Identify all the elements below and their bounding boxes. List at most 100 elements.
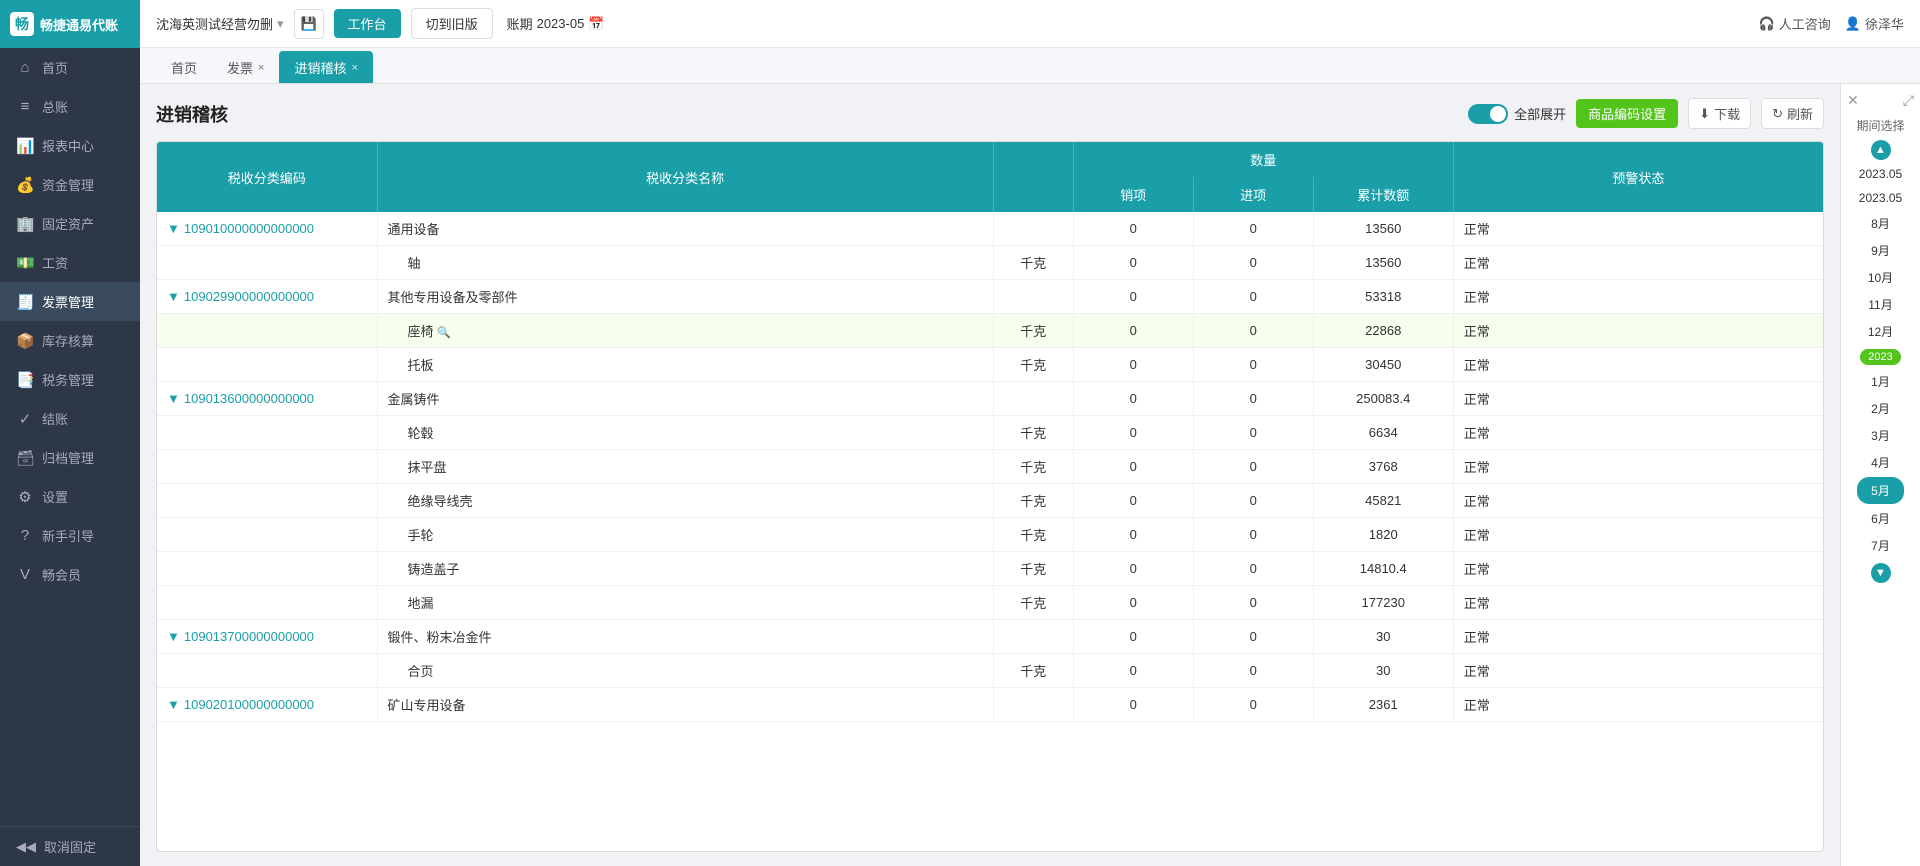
sidebar-item-report[interactable]: 📊 报表中心 [0,126,140,165]
period-item[interactable]: 5月 [1857,477,1904,504]
user-menu[interactable]: 👤 徐泽华 [1845,14,1904,33]
collapse-icon[interactable]: ▼ [167,391,180,406]
pin-icon: ◀◀ [16,839,36,855]
row-status: 正常 [1453,688,1823,722]
row-code [157,348,377,382]
switch-version-button[interactable]: 切到旧版 [411,8,493,39]
help-label: 人工咨询 [1779,14,1831,33]
collapse-icon[interactable]: ▼ [167,697,180,712]
tab-invoice-close[interactable]: × [258,62,264,74]
tab-invoice-label: 发票 [227,58,253,77]
period-item[interactable]: 2023.05 [1851,186,1910,210]
toggle-label: 全部展开 [1514,104,1566,123]
period-item[interactable]: 2023.05 [1851,162,1910,186]
close-panel-icon[interactable]: ✕ [1847,92,1859,109]
table-row: ▼109013600000000000 金属铸件 0 0 250083.4 正常 [157,382,1823,416]
row-purchase: 0 [1193,314,1313,348]
sidebar-item-home[interactable]: ⌂ 首页 [0,48,140,87]
scroll-up-arrow[interactable]: ▲ [1871,140,1891,160]
period-item[interactable]: 6月 [1851,505,1910,532]
sidebar-pin-button[interactable]: ◀◀ 取消固定 [0,826,140,866]
row-unit: 千克 [993,484,1073,518]
row-status: 正常 [1453,416,1823,450]
product-code-setting-button[interactable]: 商品编码设置 [1576,99,1678,128]
sidebar-item-salary[interactable]: 💵 工资 [0,243,140,282]
row-total: 2361 [1313,688,1453,722]
row-sales: 0 [1073,620,1193,654]
scroll-down-arrow[interactable]: ▼ [1871,563,1891,583]
row-purchase: 0 [1193,450,1313,484]
toggle-switch[interactable] [1468,104,1508,124]
archive-icon: 🗃 [16,449,34,467]
row-purchase: 0 [1193,552,1313,586]
workspace-button[interactable]: 工作台 [334,9,401,38]
sidebar-item-settle[interactable]: ✓ 结账 [0,399,140,438]
expand-panel-icon[interactable]: ⤢ [1903,92,1914,109]
period-item[interactable]: 11月 [1851,291,1910,318]
sidebar-item-ledger[interactable]: ≡ 总账 [0,87,140,126]
sidebar-item-tax[interactable]: 📑 税务管理 [0,360,140,399]
row-total: 1820 [1313,518,1453,552]
row-status: 正常 [1453,484,1823,518]
sidebar-item-archive[interactable]: 🗃 归档管理 [0,438,140,477]
col-header-unit [993,142,1073,212]
app-logo: 畅 畅捷通易代账 [0,0,140,48]
period-item[interactable]: 4月 [1851,449,1910,476]
row-code [157,552,377,586]
period-item[interactable]: 2月 [1851,395,1910,422]
download-button[interactable]: ⬇ 下载 [1688,98,1751,129]
tab-reconcile[interactable]: 进销稽核 × [279,51,372,83]
table-row: 托板 千克 0 0 30450 正常 [157,348,1823,382]
period-item[interactable]: 10月 [1851,264,1910,291]
download-icon: ⬇ [1699,106,1710,122]
row-purchase: 0 [1193,280,1313,314]
row-name: 通用设备 [377,212,993,246]
period-item[interactable]: 8月 [1851,210,1910,237]
row-unit: 千克 [993,586,1073,620]
collapse-icon[interactable]: ▼ [167,629,180,644]
sidebar-item-stock[interactable]: 📦 库存核算 [0,321,140,360]
period-item[interactable]: 9月 [1851,237,1910,264]
row-sales: 0 [1073,212,1193,246]
expand-toggle[interactable]: 全部展开 [1468,104,1566,124]
period-item[interactable]: 3月 [1851,422,1910,449]
period-item[interactable]: 12月 [1851,318,1910,345]
sidebar-item-settings[interactable]: ⚙ 设置 [0,477,140,516]
row-purchase: 0 [1193,382,1313,416]
sidebar-item-guide[interactable]: ? 新手引导 [0,516,140,555]
company-selector[interactable]: 沈海英测试经营勿删 ▾ [156,14,284,33]
tab-home[interactable]: 首页 [156,51,212,83]
row-status: 正常 [1453,212,1823,246]
period-item[interactable]: 2023 [1851,345,1910,368]
sidebar-item-label: 税务管理 [42,370,94,389]
search-icon[interactable]: 🔍 [437,327,451,339]
tab-invoice[interactable]: 发票 × [212,51,279,83]
data-table-wrap: 税收分类编码 税收分类名称 数量 预警状态 销项 进项 累计数额 ▼109010… [156,141,1824,852]
row-total: 13560 [1313,212,1453,246]
row-name: 合页 [377,654,993,688]
table-row: 铸造盖子 千克 0 0 14810.4 正常 [157,552,1823,586]
period-item[interactable]: 1月 [1851,368,1910,395]
sidebar-item-member[interactable]: V 畅会员 [0,555,140,594]
sidebar-item-label: 资金管理 [42,175,94,194]
help-button[interactable]: 🎧 人工咨询 [1759,14,1831,33]
row-unit: 千克 [993,246,1073,280]
refresh-button[interactable]: ↻ 刷新 [1761,98,1824,129]
sidebar-item-fund[interactable]: 💰 资金管理 [0,165,140,204]
topbar-right: 🎧 人工咨询 👤 徐泽华 [1759,14,1904,33]
save-icon-button[interactable]: 💾 [294,9,324,39]
collapse-icon[interactable]: ▼ [167,221,180,236]
period-item[interactable]: 7月 [1851,532,1910,559]
data-table: 税收分类编码 税收分类名称 数量 预警状态 销项 进项 累计数额 ▼109010… [157,142,1823,722]
col-header-tax-name: 税收分类名称 [377,142,993,212]
row-purchase: 0 [1193,484,1313,518]
sidebar-item-asset[interactable]: 🏢 固定资产 [0,204,140,243]
row-code [157,416,377,450]
col-header-sales: 销项 [1073,177,1193,212]
row-code [157,654,377,688]
sidebar-item-invoice[interactable]: 🧾 发票管理 [0,282,140,321]
tab-reconcile-close[interactable]: × [351,62,357,74]
collapse-icon[interactable]: ▼ [167,289,180,304]
col-header-total: 累计数额 [1313,177,1453,212]
row-status: 正常 [1453,450,1823,484]
